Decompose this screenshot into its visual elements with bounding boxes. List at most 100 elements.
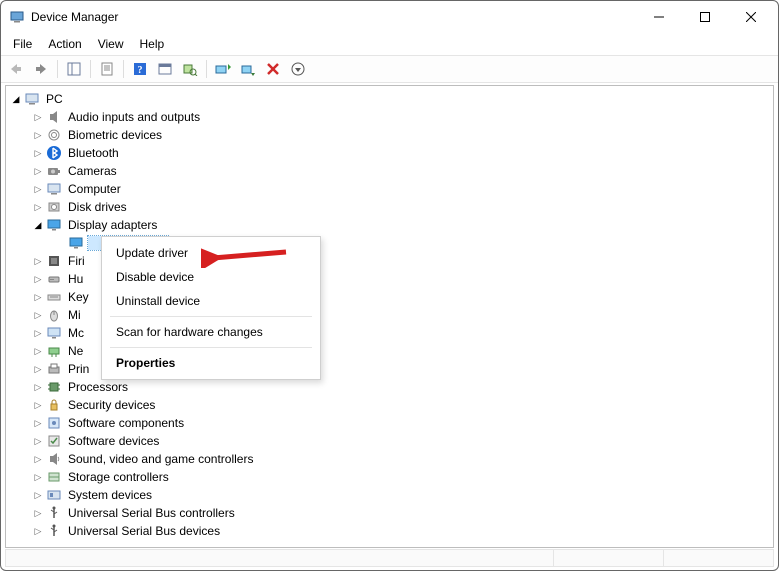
menu-action[interactable]: Action <box>42 35 87 53</box>
root-label: PC <box>44 91 65 107</box>
expand-arrow-closed[interactable]: ▷ <box>32 417 44 429</box>
category-audio[interactable]: ▷ Audio inputs and outputs <box>6 108 773 126</box>
ctx-uninstall-device[interactable]: Uninstall device <box>102 289 320 313</box>
separator <box>90 60 91 78</box>
category-usb[interactable]: ▷Universal Serial Bus controllers <box>6 504 773 522</box>
expand-arrow-closed[interactable]: ▷ <box>32 309 44 321</box>
category-label: Software devices <box>66 433 161 449</box>
sound-icon <box>46 451 62 467</box>
category-label: Security devices <box>66 397 157 413</box>
category-display[interactable]: ◢Display adapters <box>6 216 773 234</box>
category-storage[interactable]: ▷Storage controllers <box>6 468 773 486</box>
expand-arrow-open[interactable]: ◢ <box>32 219 44 231</box>
sysdev-icon <box>46 487 62 503</box>
menu-bar: File Action View Help <box>1 33 778 55</box>
category-swdev[interactable]: ▷ Software devices <box>6 432 773 450</box>
expand-arrow-closed[interactable]: ▷ <box>32 507 44 519</box>
add-legacy-button[interactable] <box>287 58 309 80</box>
category-swcomp[interactable]: ▷ Software components <box>6 414 773 432</box>
update-driver-button[interactable] <box>212 58 234 80</box>
ctx-scan-for-hardware-changes[interactable]: Scan for hardware changes <box>102 320 320 344</box>
uninstall-device-button[interactable] <box>262 58 284 80</box>
show-hide-tree-button[interactable] <box>63 58 85 80</box>
category-biometric[interactable]: ▷Biometric devices <box>6 126 773 144</box>
monitor-icon <box>46 325 62 341</box>
ctx-disable-device[interactable]: Disable device <box>102 265 320 289</box>
minimize-button[interactable] <box>636 2 682 32</box>
action-button[interactable] <box>154 58 176 80</box>
window-title: Device Manager <box>31 10 118 24</box>
category-label: Audio inputs and outputs <box>66 109 202 125</box>
category-disk[interactable]: ▷ Disk drives <box>6 198 773 216</box>
category-sound[interactable]: ▷Sound, video and game controllers <box>6 450 773 468</box>
category-label: System devices <box>66 487 154 503</box>
category-camera[interactable]: ▷ Cameras <box>6 162 773 180</box>
bluetooth-icon <box>46 145 62 161</box>
usb-icon <box>46 505 62 521</box>
expand-arrow-closed[interactable]: ▷ <box>32 489 44 501</box>
expand-arrow-closed[interactable]: ▷ <box>32 525 44 537</box>
expand-arrow-open[interactable]: ◢ <box>10 93 22 105</box>
expand-arrow-closed[interactable]: ▷ <box>32 111 44 123</box>
audio-icon <box>46 109 62 125</box>
expand-arrow-closed[interactable]: ▷ <box>32 147 44 159</box>
expand-arrow-closed[interactable]: ▷ <box>32 201 44 213</box>
category-computer[interactable]: ▷Computer <box>6 180 773 198</box>
category-label: Ne <box>66 343 85 359</box>
biometric-icon <box>46 127 62 143</box>
maximize-button[interactable] <box>682 2 728 32</box>
expand-arrow-closed[interactable]: ▷ <box>32 291 44 303</box>
mouse-icon <box>46 307 62 323</box>
category-bluetooth[interactable]: ▷Bluetooth <box>6 144 773 162</box>
category-label: Firi <box>66 253 87 269</box>
expand-arrow-closed[interactable]: ▷ <box>32 471 44 483</box>
expand-arrow-closed[interactable]: ▷ <box>32 255 44 267</box>
menu-file[interactable]: File <box>7 35 38 53</box>
device-tree[interactable]: ◢PC▷Audio inputs and outputs▷Biometric d… <box>5 85 774 548</box>
category-label: Processors <box>66 379 130 395</box>
tree-root-node[interactable]: ◢ PC <box>6 90 773 108</box>
storage-icon <box>46 469 62 485</box>
expand-arrow-closed[interactable]: ▷ <box>32 327 44 339</box>
menu-help[interactable]: Help <box>134 35 171 53</box>
properties-button[interactable] <box>96 58 118 80</box>
hid-icon <box>46 271 62 287</box>
expand-arrow-closed[interactable]: ▷ <box>32 381 44 393</box>
expand-arrow-closed[interactable]: ▷ <box>32 435 44 447</box>
category-usb[interactable]: ▷ Universal Serial Bus devices <box>6 522 773 540</box>
disable-device-button[interactable] <box>237 58 259 80</box>
category-label: Universal Serial Bus devices <box>66 523 222 539</box>
category-label: Software components <box>66 415 186 431</box>
scan-hardware-button[interactable] <box>179 58 201 80</box>
display-icon <box>46 217 62 233</box>
cpu-icon <box>46 379 62 395</box>
camera-icon <box>46 163 62 179</box>
category-label: Disk drives <box>66 199 129 215</box>
app-icon <box>9 9 25 25</box>
category-label: Mi <box>66 307 83 323</box>
category-security[interactable]: ▷ Security devices <box>6 396 773 414</box>
help-button[interactable]: ? <box>129 58 151 80</box>
computer-icon <box>46 181 62 197</box>
expand-arrow-closed[interactable]: ▷ <box>32 129 44 141</box>
ctx-update-driver[interactable]: Update driver <box>102 241 320 265</box>
category-label: Cameras <box>66 163 119 179</box>
back-button[interactable] <box>5 58 27 80</box>
category-label: Key <box>66 289 91 305</box>
separator <box>57 60 58 78</box>
expand-arrow-closed[interactable]: ▷ <box>32 345 44 357</box>
category-cpu[interactable]: ▷ Processors <box>6 378 773 396</box>
expand-arrow-closed[interactable]: ▷ <box>32 453 44 465</box>
category-sysdev[interactable]: ▷ System devices <box>6 486 773 504</box>
computer-icon <box>24 91 40 107</box>
menu-view[interactable]: View <box>92 35 130 53</box>
expand-arrow-closed[interactable]: ▷ <box>32 363 44 375</box>
expand-arrow-closed[interactable]: ▷ <box>32 183 44 195</box>
expand-arrow-closed[interactable]: ▷ <box>32 399 44 411</box>
network-icon <box>46 343 62 359</box>
expand-arrow-closed[interactable]: ▷ <box>32 165 44 177</box>
forward-button[interactable] <box>30 58 52 80</box>
close-button[interactable] <box>728 2 774 32</box>
expand-arrow-closed[interactable]: ▷ <box>32 273 44 285</box>
ctx-properties[interactable]: Properties <box>102 351 320 375</box>
